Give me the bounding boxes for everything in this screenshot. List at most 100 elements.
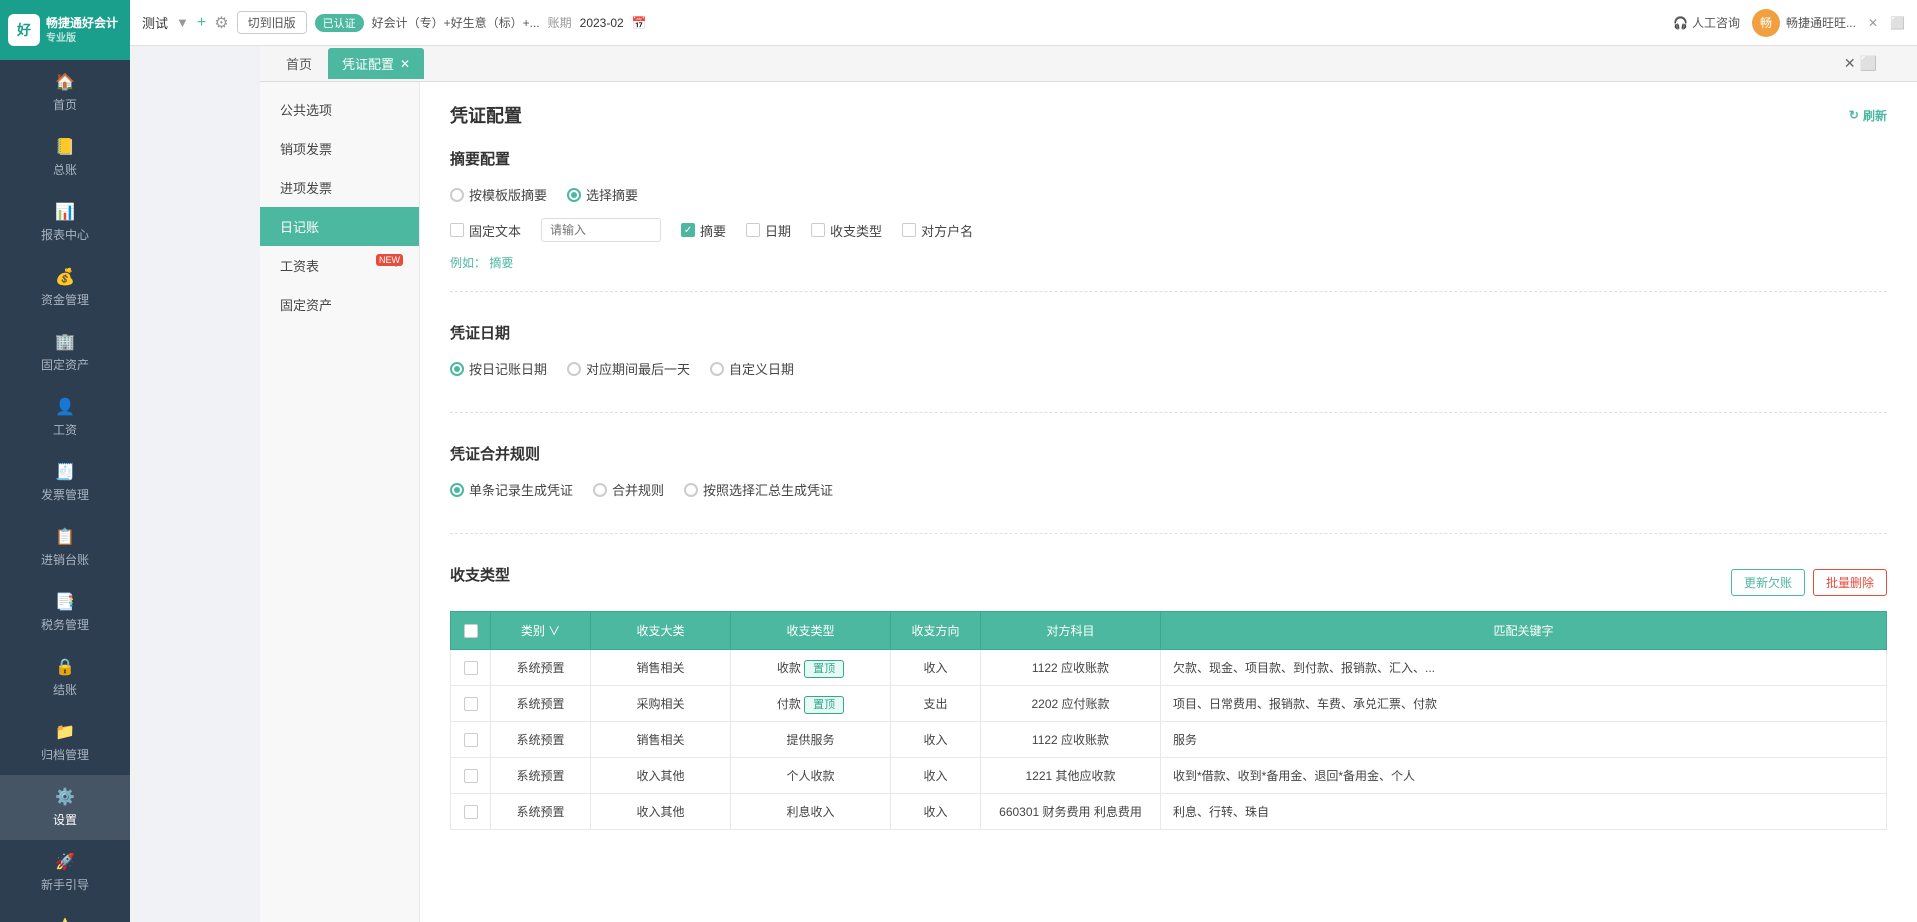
checkbox-row-3[interactable]: [464, 769, 478, 783]
radio-btn-period-last[interactable]: [567, 362, 581, 376]
close-tab-button[interactable]: ✕: [1844, 55, 1856, 72]
row-checkbox-0[interactable]: [451, 650, 491, 686]
checkbox-date[interactable]: 日期: [746, 221, 791, 240]
main-content: 首页 凭证配置 ✕ ✕ ⬜ 公共选项销项发票进项发票日记账工资表NEW›固定资产…: [260, 46, 1917, 922]
checkbox-date-box[interactable]: [746, 223, 760, 237]
radio-btn-single[interactable]: [450, 483, 464, 497]
radio-btn-summary-gen[interactable]: [684, 483, 698, 497]
checkbox-counterpart[interactable]: 对方户名: [902, 221, 973, 240]
sidebar-item-close[interactable]: 🔒 结账: [0, 645, 130, 710]
radio-btn-merge[interactable]: [593, 483, 607, 497]
checkbox-summary[interactable]: ✓ 摘要: [681, 221, 726, 240]
checkbox-row-0[interactable]: [464, 661, 478, 675]
salary-icon: 👤: [55, 397, 75, 417]
maximize-window-icon[interactable]: ⬜: [1890, 16, 1905, 30]
sidebar-item-purchase-sale[interactable]: 📋 进销台账: [0, 515, 130, 580]
tab-close-icon[interactable]: ✕: [400, 57, 410, 71]
income-expense-table: 类别 ∨ 收支大类 收支类型 收支方向 对方科目 匹配关键字 系统预置 销售相关…: [450, 611, 1887, 830]
sidebar-item-invoice-mgr[interactable]: 🧾 发票管理: [0, 450, 130, 515]
sidebar-item-funds[interactable]: 💰 资金管理: [0, 255, 130, 320]
update-button[interactable]: 更新欠账: [1731, 569, 1805, 596]
row-type-2: 系统预置: [491, 722, 591, 758]
example-value: 摘要: [489, 256, 513, 270]
tag-button-1[interactable]: 置顶: [804, 696, 844, 714]
radio-select-summary[interactable]: 选择摘要: [567, 185, 638, 204]
checkbox-pay-type[interactable]: 收支类型: [811, 221, 882, 240]
checkbox-fixed-text[interactable]: 固定文本: [450, 221, 521, 240]
row-subtype-3: 个人收款: [731, 758, 891, 794]
checkbox-row-4[interactable]: [464, 805, 478, 819]
sidebar-item-member[interactable]: ⭐ 畅会员: [0, 905, 130, 922]
radio-btn-journal-date[interactable]: [450, 362, 464, 376]
radio-btn-select[interactable]: [567, 188, 581, 202]
tab-home[interactable]: 首页: [272, 48, 326, 79]
radio-journal-date[interactable]: 按日记账日期: [450, 359, 547, 378]
tag-button-0[interactable]: 置顶: [804, 660, 844, 678]
sidebar-item-assets[interactable]: 🏢 固定资产: [0, 320, 130, 385]
refresh-button[interactable]: ↻ 刷新: [1849, 107, 1887, 124]
user-menu[interactable]: 畅 畅捷通旺旺...: [1752, 9, 1856, 37]
sidebar-item-guide[interactable]: 🚀 新手引导: [0, 840, 130, 905]
refresh-icon: ↻: [1849, 108, 1859, 122]
checkbox-row-2[interactable]: [464, 733, 478, 747]
sidebar-label-reports: 报表中心: [41, 226, 89, 243]
checkbox-row-1[interactable]: [464, 697, 478, 711]
calendar-icon[interactable]: 📅: [632, 16, 647, 30]
row-subtype-1: 付款 置顶: [731, 686, 891, 722]
row-category-2: 销售相关: [591, 722, 731, 758]
topbar: 测试 ▼ + ⚙ 切到旧版 已认证 好会计（专）+好生意（标）+... 账期 2…: [130, 0, 1917, 46]
checkbox-counterpart-box[interactable]: [902, 223, 916, 237]
row-direction-3: 收入: [891, 758, 981, 794]
row-checkbox-2[interactable]: [451, 722, 491, 758]
fixed-text-input[interactable]: [541, 218, 661, 242]
row-category-3: 收入其他: [591, 758, 731, 794]
config-nav-public[interactable]: 公共选项: [260, 90, 419, 129]
radio-custom-date[interactable]: 自定义日期: [710, 359, 794, 378]
checkbox-summary-label: 摘要: [700, 221, 726, 240]
restore-tab-button[interactable]: ⬜: [1860, 55, 1877, 72]
settings-icon[interactable]: ⚙: [214, 13, 228, 33]
config-nav-sales-invoice[interactable]: 销项发票: [260, 129, 419, 168]
config-nav-fixed-assets[interactable]: 固定资产: [260, 285, 419, 324]
radio-summary-gen-label: 按照选择汇总生成凭证: [703, 480, 833, 499]
config-nav-purchase-invoice[interactable]: 进项发票: [260, 168, 419, 207]
sidebar-label-ledger: 总账: [53, 161, 77, 178]
sidebar-item-settings[interactable]: ⚙️ 设置: [0, 775, 130, 840]
radio-btn-template[interactable]: [450, 188, 464, 202]
radio-summary-gen[interactable]: 按照选择汇总生成凭证: [684, 480, 833, 499]
sidebar-item-home[interactable]: 🏠 首页: [0, 60, 130, 125]
th-type[interactable]: 类别 ∨: [491, 612, 591, 650]
sidebar-item-ledger[interactable]: 📒 总账: [0, 125, 130, 190]
row-account-2: 1122 应收账款: [981, 722, 1161, 758]
select-all-checkbox[interactable]: [464, 624, 478, 638]
row-checkbox-1[interactable]: [451, 686, 491, 722]
sidebar-item-reports[interactable]: 📊 报表中心: [0, 190, 130, 255]
row-checkbox-4[interactable]: [451, 794, 491, 830]
close-window-icon[interactable]: ✕: [1868, 16, 1878, 30]
sidebar-item-tax[interactable]: 📑 税务管理: [0, 580, 130, 645]
sidebar-item-salary[interactable]: 👤 工资: [0, 385, 130, 450]
radio-merge-rule[interactable]: 合并规则: [593, 480, 664, 499]
checkbox-date-label: 日期: [765, 221, 791, 240]
member-icon: ⭐: [55, 917, 75, 922]
sidebar-item-archive[interactable]: 📁 归档管理: [0, 710, 130, 775]
checkbox-fixed-text-box[interactable]: [450, 223, 464, 237]
th-checkbox[interactable]: [451, 612, 491, 650]
row-checkbox-3[interactable]: [451, 758, 491, 794]
config-nav-payroll[interactable]: 工资表NEW›: [260, 246, 419, 285]
checkbox-pay-type-box[interactable]: [811, 223, 825, 237]
radio-single-record[interactable]: 单条记录生成凭证: [450, 480, 573, 499]
switch-version-button[interactable]: 切到旧版: [237, 11, 307, 34]
tab-voucher-config[interactable]: 凭证配置 ✕: [328, 48, 424, 79]
checkbox-summary-box[interactable]: ✓: [681, 223, 695, 237]
help-button[interactable]: 🎧 人工咨询: [1673, 14, 1740, 31]
row-category-1: 采购相关: [591, 686, 731, 722]
new-badge-payroll: NEW: [376, 254, 403, 266]
radio-period-last[interactable]: 对应期间最后一天: [567, 359, 690, 378]
add-button[interactable]: +: [197, 14, 206, 32]
radio-template-summary[interactable]: 按模板版摘要: [450, 185, 547, 204]
radio-btn-custom-date[interactable]: [710, 362, 724, 376]
batch-delete-button[interactable]: 批量删除: [1813, 569, 1887, 596]
config-nav-journal[interactable]: 日记账: [260, 207, 419, 246]
company-dropdown-icon[interactable]: ▼: [176, 15, 189, 30]
